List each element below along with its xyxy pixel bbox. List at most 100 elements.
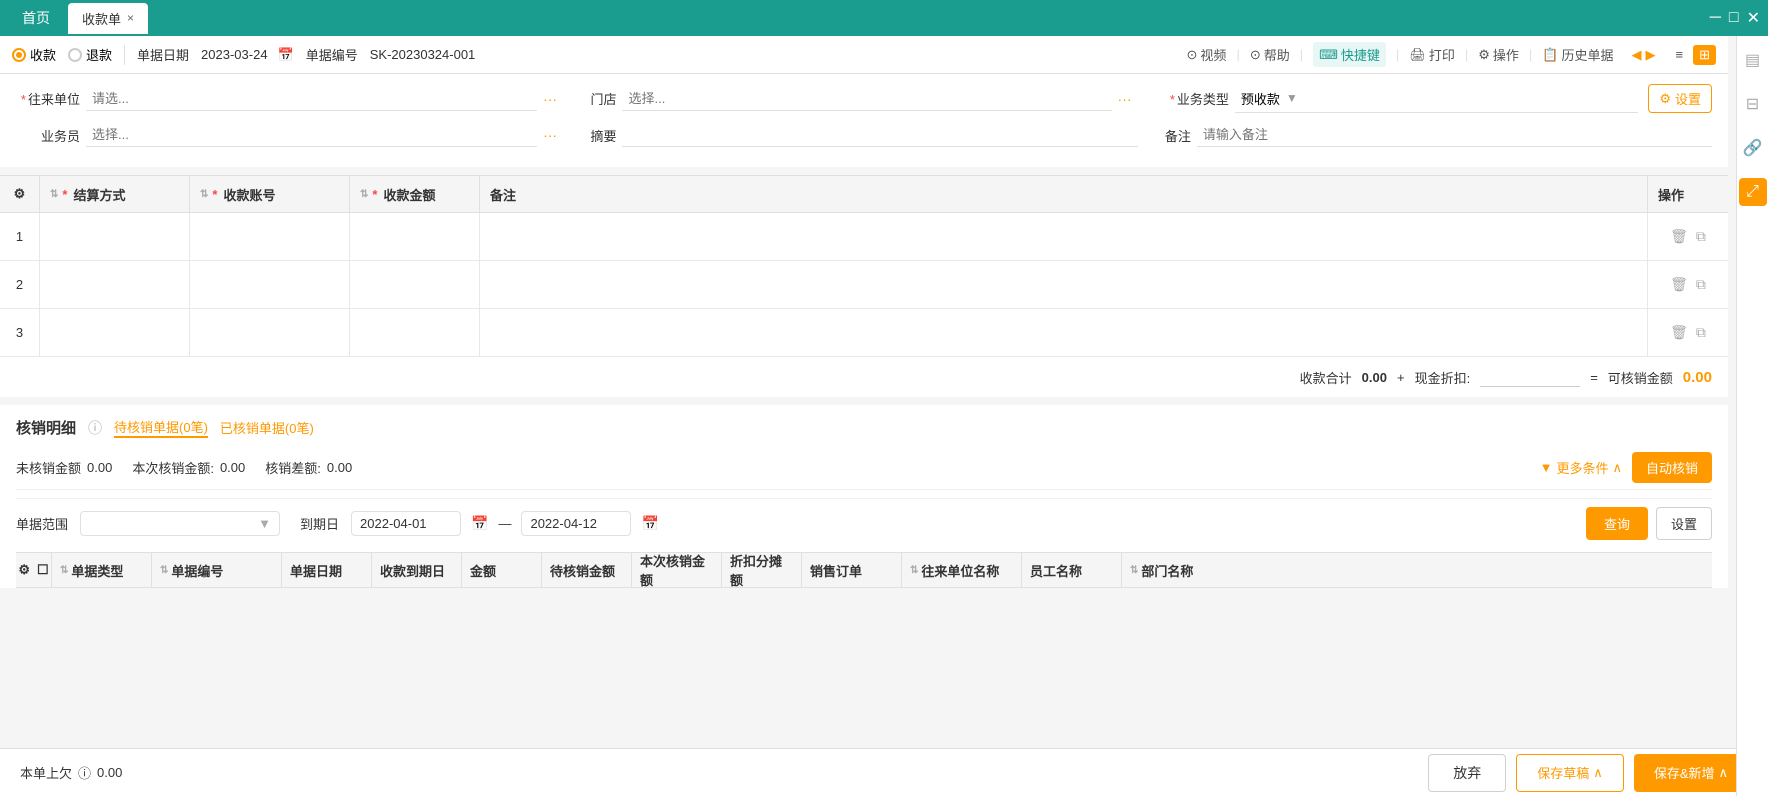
set-btn[interactable]: 设置 bbox=[1656, 507, 1712, 540]
td-remark-2[interactable] bbox=[480, 261, 1648, 308]
td-amount-2[interactable] bbox=[350, 261, 480, 308]
calendar-from-icon[interactable]: 📅 bbox=[471, 515, 488, 532]
date-value[interactable]: 2023-03-24 bbox=[201, 47, 268, 62]
history-btn[interactable]: 📋 历史单据 bbox=[1542, 45, 1613, 64]
due-from-input[interactable] bbox=[351, 511, 461, 536]
td-account-2[interactable] bbox=[190, 261, 350, 308]
done-tab[interactable]: 已核销单据(0笔) bbox=[220, 418, 314, 437]
print-icon: 🖨 bbox=[1409, 47, 1426, 63]
checkbox-all[interactable]: ☐ bbox=[37, 562, 49, 578]
query-btn[interactable]: 查询 bbox=[1586, 507, 1648, 540]
table-row: 3 🗑 ⧉ bbox=[0, 309, 1728, 357]
delete-icon-2[interactable]: 🗑 bbox=[1670, 276, 1688, 293]
shop-more-btn[interactable]: ··· bbox=[1112, 91, 1138, 107]
save-new-chevron-icon: ∧ bbox=[1718, 765, 1728, 781]
auto-cancel-btn[interactable]: 自动核销 bbox=[1632, 452, 1712, 483]
draft-chevron-icon: ∧ bbox=[1593, 765, 1603, 781]
shortcut-btn[interactable]: ⌨ 快捷键 bbox=[1313, 42, 1386, 67]
partner-input[interactable] bbox=[86, 87, 537, 111]
diff-value: 0.00 bbox=[327, 460, 352, 475]
tab-close-icon[interactable]: × bbox=[127, 11, 134, 25]
calendar-to-icon[interactable]: 📅 bbox=[641, 515, 658, 532]
td-settle-3[interactable] bbox=[40, 309, 190, 356]
abandon-btn[interactable]: 放弃 bbox=[1428, 754, 1506, 792]
copy-icon-1[interactable]: ⧉ bbox=[1696, 228, 1706, 245]
delete-icon-1[interactable]: 🗑 bbox=[1670, 228, 1688, 245]
range-label: 单据范围 bbox=[16, 514, 74, 533]
td-remark-1[interactable] bbox=[480, 213, 1648, 260]
dth-dept: ⇅ 部门名称 bbox=[1122, 553, 1712, 587]
partner-more-btn[interactable]: ··· bbox=[537, 91, 563, 107]
table-row: 1 🗑 ⧉ bbox=[0, 213, 1728, 261]
nav-next-btn[interactable]: ▶ bbox=[1646, 47, 1656, 63]
unverified-label: 未核销金额 bbox=[16, 458, 81, 477]
toolbar-right: ⊙ 视频 | ⊙ 帮助 | ⌨ 快捷键 | 🖨 打印 | ⚙ 操作 bbox=[1187, 42, 1716, 67]
td-amount-1[interactable] bbox=[350, 213, 480, 260]
video-btn[interactable]: ⊙ 视频 bbox=[1187, 45, 1227, 64]
quota-info-icon[interactable]: ⓘ bbox=[78, 763, 91, 782]
td-remark-3[interactable] bbox=[480, 309, 1648, 356]
sidebar-list-icon[interactable]: ⊟ bbox=[1739, 90, 1767, 118]
list-view-icon[interactable]: ≡ bbox=[1670, 45, 1690, 65]
print-btn[interactable]: 🖨 打印 bbox=[1409, 45, 1455, 64]
settings-btn[interactable]: ⚙ 设置 bbox=[1648, 84, 1712, 113]
window-minimize-btn[interactable]: ─ bbox=[1710, 9, 1721, 27]
available-value: 0.00 bbox=[1683, 369, 1712, 386]
note-input[interactable] bbox=[1197, 123, 1712, 147]
sidebar-expand-icon[interactable]: ⤢ bbox=[1739, 178, 1767, 206]
tab-home[interactable]: 首页 bbox=[8, 2, 64, 34]
window-close-btn[interactable]: ✕ bbox=[1747, 8, 1760, 28]
number-value[interactable]: SK-20230324-001 bbox=[370, 47, 476, 62]
delete-icon-3[interactable]: 🗑 bbox=[1670, 324, 1688, 341]
bottom-left: 本单上欠 ⓘ 0.00 bbox=[20, 763, 122, 782]
td-account-1[interactable] bbox=[190, 213, 350, 260]
dth-partner: ⇅ 往来单位名称 bbox=[902, 553, 1022, 587]
copy-icon-2[interactable]: ⧉ bbox=[1696, 276, 1706, 293]
th-settings[interactable]: ⚙ bbox=[0, 176, 40, 212]
td-settle-1[interactable] bbox=[40, 213, 190, 260]
dth-check[interactable]: ⚙ ☐ bbox=[16, 553, 52, 587]
summary-row: 未核销金额 0.00 本次核销金额: 0.00 核销差额: 0.00 ▼ 更多条… bbox=[16, 446, 1712, 490]
sidebar-link-icon[interactable]: 🔗 bbox=[1739, 134, 1767, 162]
td-settle-2[interactable] bbox=[40, 261, 190, 308]
window-maximize-btn[interactable]: □ bbox=[1729, 9, 1739, 27]
info-icon[interactable]: ⓘ bbox=[88, 418, 102, 438]
receipt-radio[interactable]: 收款 bbox=[12, 45, 56, 64]
copy-icon-3[interactable]: ⧉ bbox=[1696, 324, 1706, 341]
due-to-input[interactable] bbox=[521, 511, 631, 536]
settings-icon-detail: ⚙ bbox=[18, 562, 30, 578]
detail-table-header: ⚙ ☐ ⇅ 单据类型 ⇅ 单据编号 单据日期 收款到期日 金额 待核销金额 bbox=[16, 552, 1712, 588]
calendar-icon[interactable]: 📅 bbox=[278, 47, 294, 63]
biz-type-select[interactable]: 预收款 ▼ bbox=[1235, 85, 1638, 113]
tab-receipt[interactable]: 收款单 × bbox=[68, 3, 148, 34]
dth-discount: 折扣分摊额 bbox=[722, 553, 802, 587]
partner-label: *往来单位 bbox=[16, 89, 86, 108]
staff-input[interactable] bbox=[86, 123, 537, 147]
note-field: 备注 bbox=[1165, 123, 1712, 147]
operate-btn[interactable]: ⚙ 操作 bbox=[1478, 45, 1519, 64]
th-account: ⇅ * 收款账号 bbox=[190, 176, 350, 212]
td-account-3[interactable] bbox=[190, 309, 350, 356]
staff-label: 业务员 bbox=[16, 126, 86, 145]
draft-btn[interactable]: 保存草稿 ∧ bbox=[1516, 754, 1624, 792]
sidebar-table-icon[interactable]: ▤ bbox=[1739, 46, 1767, 74]
shop-input[interactable] bbox=[622, 87, 1111, 111]
grid-view-icon[interactable]: ⊞ bbox=[1693, 45, 1716, 65]
total-label: 收款合计 bbox=[1300, 368, 1352, 387]
help-btn[interactable]: ⊙ 帮助 bbox=[1250, 45, 1290, 64]
range-select[interactable]: ▼ bbox=[80, 511, 280, 536]
summary-input[interactable] bbox=[622, 123, 1137, 147]
more-filter-btn[interactable]: ▼ 更多条件 ∧ bbox=[1540, 458, 1622, 477]
staff-more-btn[interactable]: ··· bbox=[537, 127, 563, 143]
refund-radio[interactable]: 退款 bbox=[68, 45, 112, 64]
tab-bar-right: ─ □ ✕ bbox=[1710, 8, 1760, 28]
discount-input[interactable] bbox=[1480, 367, 1580, 387]
td-amount-3[interactable] bbox=[350, 309, 480, 356]
divider-1 bbox=[124, 45, 125, 65]
nav-prev-btn[interactable]: ◀ bbox=[1632, 47, 1642, 63]
receipt-radio-label: 收款 bbox=[30, 45, 56, 64]
save-new-btn[interactable]: 保存&新增 ∧ bbox=[1634, 754, 1748, 792]
dth-sales: 销售订单 bbox=[802, 553, 902, 587]
filter-icon: ▼ bbox=[1540, 460, 1553, 475]
pending-tab[interactable]: 待核销单据(0笔) bbox=[114, 417, 208, 438]
